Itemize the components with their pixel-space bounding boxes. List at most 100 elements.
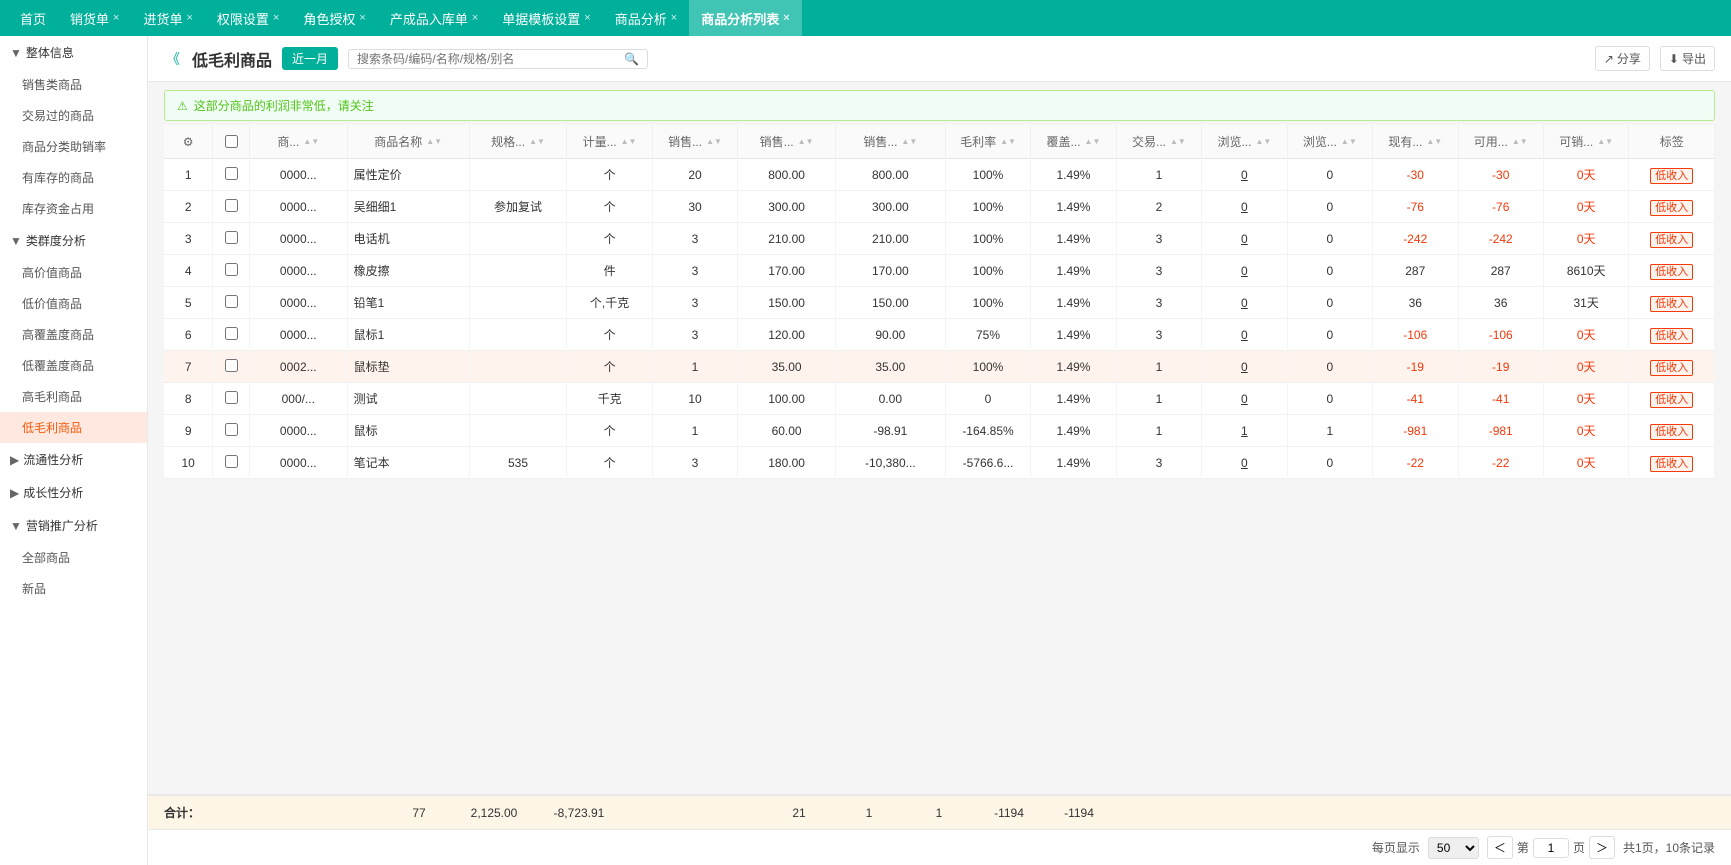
per-page-select[interactable]: 50 100 200 — [1428, 837, 1479, 859]
row-view1[interactable]: 0 — [1202, 383, 1287, 415]
sidebar-item-low-coverage[interactable]: 低覆盖度商品 — [0, 350, 147, 381]
row-view1[interactable]: 0 — [1202, 255, 1287, 287]
col-header-unit[interactable]: 计量...▲▼ — [567, 125, 652, 159]
row-check[interactable] — [213, 223, 250, 255]
sidebar-group-growth[interactable]: ▶ 成长性分析 — [0, 476, 147, 509]
nav-product-analysis-list-close[interactable]: × — [783, 12, 789, 24]
sidebar-item-high-margin[interactable]: 高毛利商品 — [0, 381, 147, 412]
row-checkbox[interactable] — [225, 263, 238, 276]
nav-product-entry[interactable]: 产成品入库单 × — [378, 0, 490, 36]
sidebar-group-cluster[interactable]: ▼ 类群度分析 — [0, 224, 147, 257]
col-header-coverage[interactable]: 覆盖...▲▼ — [1031, 125, 1116, 159]
col-header-spec[interactable]: 规格...▲▼ — [469, 125, 567, 159]
row-check[interactable] — [213, 159, 250, 191]
prev-page-button[interactable]: ＜ — [1487, 836, 1513, 859]
total-view2: 1 — [904, 806, 974, 820]
row-check[interactable] — [213, 319, 250, 351]
sidebar-item-category-sales[interactable]: 商品分类助销率 — [0, 131, 147, 162]
col-header-trade[interactable]: 交易...▲▼ — [1116, 125, 1201, 159]
sidebar-item-high-coverage[interactable]: 高覆盖度商品 — [0, 319, 147, 350]
col-header-sale-days[interactable]: 可销...▲▼ — [1543, 125, 1628, 159]
sidebar-item-sales-goods[interactable]: 销售类商品 — [0, 69, 147, 100]
row-check[interactable] — [213, 447, 250, 479]
row-view1[interactable]: 0 — [1202, 223, 1287, 255]
export-button[interactable]: ⬇ 导出 — [1660, 46, 1715, 71]
sidebar-item-traded-goods[interactable]: 交易过的商品 — [0, 100, 147, 131]
row-gross-margin: 100% — [945, 159, 1030, 191]
col-header-view2[interactable]: 浏览...▲▼ — [1287, 125, 1372, 159]
nav-permissions[interactable]: 权限设置 × — [205, 0, 291, 36]
row-view1[interactable]: 0 — [1202, 447, 1287, 479]
sidebar-group-marketing[interactable]: ▼ 营销推广分析 — [0, 509, 147, 542]
nav-product-analysis-close[interactable]: × — [671, 12, 677, 24]
sidebar-item-low-margin[interactable]: 低毛利商品 — [0, 412, 147, 443]
filter-recent-month-button[interactable]: 近一月 — [282, 47, 338, 70]
row-view1[interactable]: 0 — [1202, 319, 1287, 351]
row-view1[interactable]: 0 — [1202, 351, 1287, 383]
sidebar-item-low-value[interactable]: 低价值商品 — [0, 288, 147, 319]
row-checkbox[interactable] — [225, 199, 238, 212]
row-view1[interactable]: 0 — [1202, 287, 1287, 319]
row-checkbox[interactable] — [225, 423, 238, 436]
nav-sales[interactable]: 销货单 × — [58, 0, 131, 36]
col-header-tag[interactable]: 标签 — [1629, 125, 1715, 159]
search-icon[interactable]: 🔍 — [624, 52, 639, 66]
nav-product-analysis[interactable]: 商品分析 × — [603, 0, 689, 36]
row-checkbox[interactable] — [225, 327, 238, 340]
row-check[interactable] — [213, 191, 250, 223]
row-checkbox[interactable] — [225, 359, 238, 372]
collapse-sidebar-button[interactable]: 《 — [164, 47, 182, 71]
row-checkbox[interactable] — [225, 295, 238, 308]
row-checkbox[interactable] — [225, 231, 238, 244]
search-box: 🔍 — [348, 49, 648, 69]
sidebar-item-high-value[interactable]: 高价值商品 — [0, 257, 147, 288]
col-header-check[interactable] — [213, 125, 250, 159]
current-page-input[interactable] — [1533, 838, 1569, 858]
sidebar-group-overall[interactable]: ▼ 整体信息 — [0, 36, 147, 69]
nav-purchase[interactable]: 进货单 × — [131, 0, 204, 36]
sidebar-item-capital[interactable]: 库存资金占用 — [0, 193, 147, 224]
nav-purchase-close[interactable]: × — [186, 12, 192, 24]
next-page-button[interactable]: ＞ — [1589, 836, 1615, 859]
nav-sales-close[interactable]: × — [113, 12, 119, 24]
row-check[interactable] — [213, 351, 250, 383]
sidebar-item-new-goods[interactable]: 新品 — [0, 573, 147, 604]
nav-permissions-close[interactable]: × — [273, 12, 279, 24]
row-checkbox[interactable] — [225, 455, 238, 468]
nav-roles[interactable]: 角色授权 × — [291, 0, 377, 36]
nav-roles-close[interactable]: × — [359, 12, 365, 24]
col-header-available[interactable]: 可用...▲▼ — [1458, 125, 1543, 159]
col-header-current[interactable]: 现有...▲▼ — [1373, 125, 1458, 159]
search-input[interactable] — [357, 52, 620, 66]
col-header-sale-price[interactable]: 销售...▲▼ — [738, 125, 836, 159]
select-all-checkbox[interactable] — [225, 135, 238, 148]
col-header-sale-qty[interactable]: 销售...▲▼ — [652, 125, 737, 159]
col-header-sale-amt[interactable]: 销售...▲▼ — [835, 125, 945, 159]
sidebar-group-circulation[interactable]: ▶ 流通性分析 — [0, 443, 147, 476]
row-sale-price: 300.00 — [738, 191, 836, 223]
row-check[interactable] — [213, 287, 250, 319]
row-sale-amt: 300.00 — [835, 191, 945, 223]
row-coverage: 1.49% — [1031, 191, 1116, 223]
col-header-view1[interactable]: 浏览...▲▼ — [1202, 125, 1287, 159]
row-check[interactable] — [213, 415, 250, 447]
col-header-code[interactable]: 商...▲▼ — [249, 125, 347, 159]
row-view1[interactable]: 0 — [1202, 159, 1287, 191]
nav-template[interactable]: 单据模板设置 × — [490, 0, 602, 36]
col-header-gross[interactable]: 毛利率▲▼ — [945, 125, 1030, 159]
nav-template-close[interactable]: × — [584, 12, 590, 24]
col-header-name[interactable]: 商品名称▲▼ — [347, 125, 469, 159]
nav-product-entry-close[interactable]: × — [472, 12, 478, 24]
row-view1[interactable]: 1 — [1202, 415, 1287, 447]
col-header-settings[interactable]: ⚙ — [164, 125, 213, 159]
row-checkbox[interactable] — [225, 167, 238, 180]
sidebar-item-all-goods[interactable]: 全部商品 — [0, 542, 147, 573]
nav-home[interactable]: 首页 — [8, 0, 58, 36]
sidebar-item-inventory-goods[interactable]: 有库存的商品 — [0, 162, 147, 193]
row-checkbox[interactable] — [225, 391, 238, 404]
row-check[interactable] — [213, 255, 250, 287]
share-button[interactable]: ↗ 分享 — [1595, 46, 1650, 71]
row-check[interactable] — [213, 383, 250, 415]
nav-product-analysis-list[interactable]: 商品分析列表 × — [689, 0, 801, 36]
row-view1[interactable]: 0 — [1202, 191, 1287, 223]
